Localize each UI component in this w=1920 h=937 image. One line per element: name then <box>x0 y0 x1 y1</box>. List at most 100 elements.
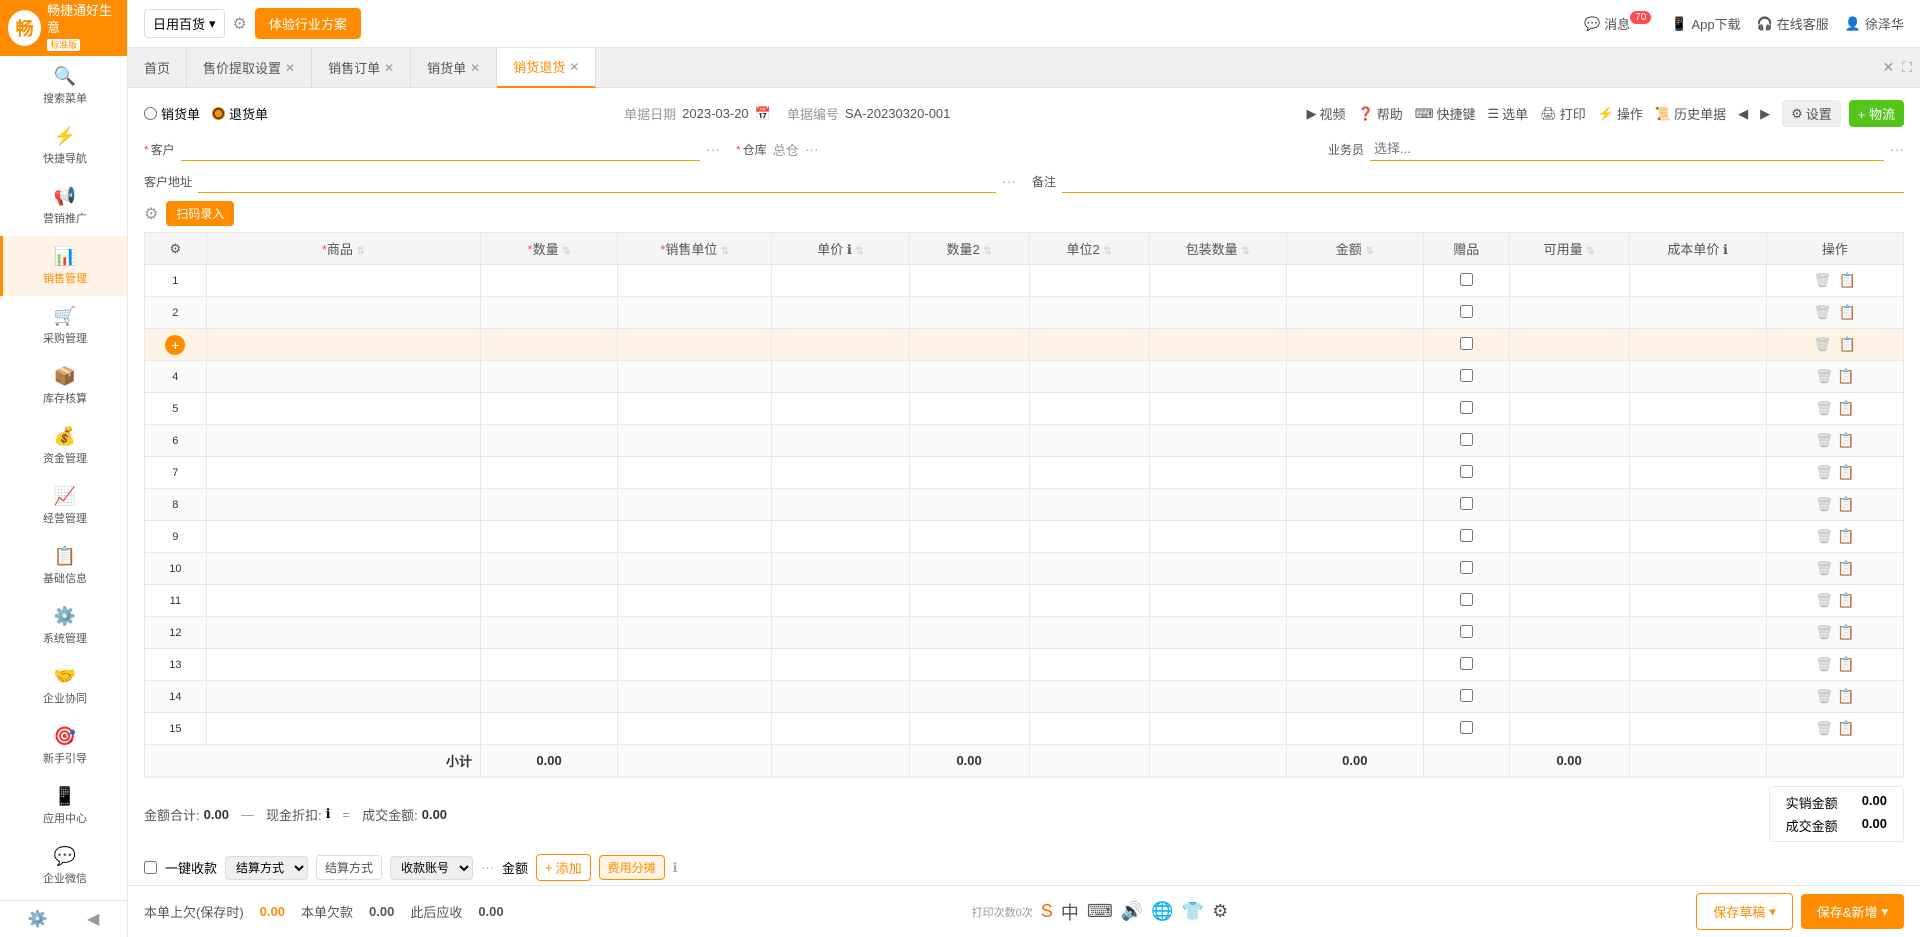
table-settings-icon[interactable]: ⚙ <box>144 204 158 224</box>
row-quantity2-1[interactable] <box>909 265 1029 297</box>
row-sales-unit-2[interactable] <box>618 297 772 329</box>
add-row-btn-cell[interactable]: + <box>145 329 207 361</box>
staff-select-icon[interactable]: ··· <box>1890 141 1904 157</box>
row-unit-price-new[interactable] <box>772 329 909 361</box>
row-quantity2-new[interactable] <box>909 329 1029 361</box>
tab-close-sales-delivery[interactable]: ✕ <box>470 61 480 75</box>
operation-btn[interactable]: ⚡ 操作 <box>1598 104 1643 123</box>
delete-icon[interactable]: 🗑 <box>1815 624 1833 640</box>
save-new-btn[interactable]: 保存&新增 ▾ <box>1801 894 1904 929</box>
tab-sales-return[interactable]: 销货退货 ✕ <box>497 48 596 88</box>
row-unit2-1[interactable] <box>1029 265 1149 297</box>
delete-icon[interactable]: 🗑 <box>1815 496 1833 512</box>
one-click-payment-checkbox[interactable] <box>144 861 157 874</box>
sidebar-item-enterprise[interactable]: 🤝 企业协同 <box>0 656 127 716</box>
copy-icon[interactable]: 📋 <box>1837 432 1854 448</box>
tool4-icon[interactable]: 🌐 <box>1151 901 1173 922</box>
col-unit-price-sort[interactable]: ⇅ <box>855 246 863 257</box>
message-btn[interactable]: 💬 消息 70 <box>1584 14 1655 33</box>
customer-input[interactable] <box>181 137 700 161</box>
row-unit2-2[interactable] <box>1029 297 1149 329</box>
delete-icon[interactable]: 🗑 <box>1815 432 1833 448</box>
delete-icon[interactable]: 🗑 <box>1815 400 1833 416</box>
scan-input-btn[interactable]: 扫码录入 <box>166 201 234 226</box>
user-menu[interactable]: 👤 徐泽华 <box>1845 14 1904 33</box>
row-quantity-1[interactable] <box>481 265 618 297</box>
row-amount-1[interactable] <box>1286 265 1423 297</box>
copy-icon[interactable]: 📋 <box>1837 528 1854 544</box>
sogou-icon[interactable]: S <box>1041 901 1053 922</box>
copy-row-new-icon[interactable]: 📋 <box>1839 336 1856 352</box>
row-gift-new[interactable] <box>1423 329 1509 361</box>
row-quantity2-2[interactable] <box>909 297 1029 329</box>
delete-row-1-icon[interactable]: 🗑 <box>1813 272 1831 288</box>
delete-icon[interactable]: 🗑 <box>1815 656 1833 672</box>
col-quantity-sort[interactable]: ⇅ <box>562 246 570 257</box>
tool2-icon[interactable]: ⌨ <box>1087 901 1113 922</box>
help-btn[interactable]: ❓ 帮助 <box>1358 104 1403 123</box>
row-available-new[interactable] <box>1509 329 1629 361</box>
row-amount-new[interactable] <box>1286 329 1423 361</box>
row-available-2[interactable] <box>1509 297 1629 329</box>
copy-row-1-icon[interactable]: 📋 <box>1839 272 1856 288</box>
col-unit2-sort[interactable]: ⇅ <box>1103 246 1111 257</box>
address-select-icon[interactable]: ··· <box>1002 173 1016 189</box>
copy-icon[interactable]: 📋 <box>1837 688 1854 704</box>
sidebar-item-finance[interactable]: 💰 资金管理 <box>0 416 127 476</box>
row-pack-qty-2[interactable] <box>1149 297 1286 329</box>
sidebar-item-search[interactable]: 🔍 搜索菜单 <box>0 56 127 116</box>
row-quantity-2[interactable] <box>481 297 618 329</box>
calc-method-btn[interactable]: 结算方式 <box>316 855 382 880</box>
select-order-btn[interactable]: ☰ 选单 <box>1488 104 1529 123</box>
industry-selector[interactable]: 日用百货 ▾ <box>144 9 225 38</box>
tab-close-sales-return[interactable]: ✕ <box>569 60 579 74</box>
close-tab-icon[interactable]: ✕ <box>1882 59 1894 76</box>
sidebar-item-inventory[interactable]: 📦 库存核算 <box>0 356 127 416</box>
row-product-2[interactable] <box>206 297 480 329</box>
sidebar-item-operations[interactable]: 📈 经营管理 <box>0 476 127 536</box>
tool3-icon[interactable]: 🔊 <box>1121 901 1143 922</box>
row-quantity-new[interactable] <box>481 329 618 361</box>
tab-close-price-setting[interactable]: ✕ <box>285 61 295 75</box>
sidebar-item-system[interactable]: ⚙️ 系统管理 <box>0 596 127 656</box>
service-btn[interactable]: 🎧 在线客服 <box>1757 14 1829 33</box>
account-dots[interactable]: ··· <box>481 860 494 875</box>
delete-icon[interactable]: 🗑 <box>1815 592 1833 608</box>
tool6-icon[interactable]: ⚙ <box>1212 901 1228 922</box>
sidebar-item-apps[interactable]: 📱 应用中心 <box>0 776 127 836</box>
row-gift-2[interactable] <box>1423 297 1509 329</box>
row-pack-qty-1[interactable] <box>1149 265 1286 297</box>
copy-icon[interactable]: 📋 <box>1837 464 1854 480</box>
copy-icon[interactable]: 📋 <box>1837 496 1854 512</box>
copy-icon[interactable]: 📋 <box>1837 624 1854 640</box>
copy-row-2-icon[interactable]: 📋 <box>1839 304 1856 320</box>
collapse-icon[interactable]: ◀ <box>87 909 99 929</box>
prev-record-btn[interactable]: ◀ <box>1738 106 1748 122</box>
copy-icon[interactable]: 📋 <box>1837 656 1854 672</box>
note-input[interactable] <box>1062 169 1904 193</box>
staff-input[interactable] <box>1370 137 1884 161</box>
tab-close-sales-order[interactable]: ✕ <box>384 61 394 75</box>
tab-sales-order[interactable]: 销售订单 ✕ <box>312 48 411 88</box>
experience-btn[interactable]: 体验行业方案 <box>255 8 361 39</box>
row-sales-unit-new[interactable] <box>618 329 772 361</box>
row-product-new[interactable] <box>206 329 480 361</box>
add-row-btn[interactable]: + <box>165 335 185 355</box>
row-sales-unit-1[interactable] <box>618 265 772 297</box>
col-pack-qty-sort[interactable]: ⇅ <box>1241 246 1249 257</box>
maximize-icon[interactable]: ⛶ <box>1902 59 1912 76</box>
delete-icon[interactable]: 🗑 <box>1815 560 1833 576</box>
topbar-gear-icon[interactable]: ⚙ <box>233 14 247 34</box>
warehouse-select-icon[interactable]: ··· <box>805 141 819 157</box>
radio-return[interactable]: 退货单 <box>212 104 268 123</box>
col-quantity2-sort[interactable]: ⇅ <box>983 246 991 257</box>
sidebar-item-newbie[interactable]: 🎯 新手引导 <box>0 716 127 776</box>
delete-icon[interactable]: 🗑 <box>1815 720 1833 736</box>
address-input[interactable] <box>198 169 996 193</box>
copy-icon[interactable]: 📋 <box>1837 400 1854 416</box>
app-download-btn[interactable]: 📱 App下载 <box>1671 14 1740 33</box>
row-gift-1[interactable] <box>1423 265 1509 297</box>
tool1-icon[interactable]: 中 <box>1061 899 1079 925</box>
copy-icon[interactable]: 📋 <box>1837 368 1854 384</box>
row-amount-2[interactable] <box>1286 297 1423 329</box>
